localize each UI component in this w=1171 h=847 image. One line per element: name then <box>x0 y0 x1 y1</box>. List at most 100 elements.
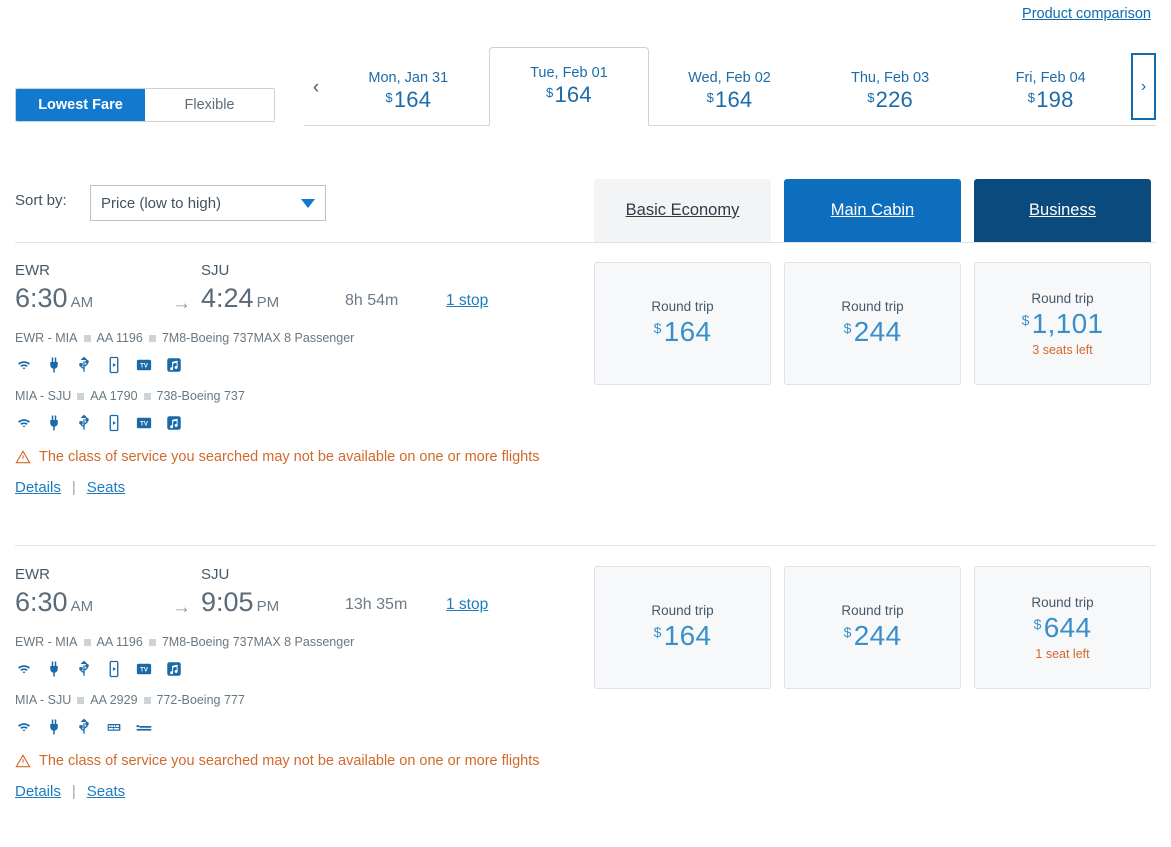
date-tab-mon-jan-31[interactable]: Mon, Jan 31 $164 <box>328 57 489 125</box>
trip-type-label: Round trip <box>841 603 903 618</box>
segment-aircraft: 7M8-Boeing 737MAX 8 Passenger <box>162 331 354 345</box>
arrival-ampm: PM <box>257 598 280 615</box>
tab-main-cabin[interactable]: Main Cabin <box>784 179 961 242</box>
cabin-tab-label: Business <box>1029 201 1096 220</box>
segment-amenities: TV <box>15 659 575 679</box>
departure-ampm: AM <box>71 598 94 615</box>
date-tab-label: Tue, Feb 01 <box>530 65 608 81</box>
seats-link[interactable]: Seats <box>87 479 125 496</box>
product-comparison-link[interactable]: Product comparison <box>1022 6 1151 22</box>
price-card-main-cabin[interactable]: Round trip $244 <box>784 566 961 689</box>
stops-link[interactable]: 1 stop <box>446 596 488 614</box>
flight-duration: 8h 54m <box>345 292 398 310</box>
date-tab-wed-feb-02[interactable]: Wed, Feb 02 $164 <box>649 57 810 125</box>
segment-flight-number: AA 1196 <box>97 635 143 649</box>
price-card-business[interactable]: Round trip $1,101 3 seats left <box>974 262 1151 385</box>
currency-symbol: $ <box>844 624 852 640</box>
trip-type-label: Round trip <box>1031 291 1093 306</box>
tab-basic-economy[interactable]: Basic Economy <box>594 179 771 242</box>
price-card-business[interactable]: Round trip $644 1 seat left <box>974 566 1151 689</box>
power-outlet-icon <box>45 356 63 374</box>
currency-symbol: $ <box>654 624 662 640</box>
segment-separator-icon <box>149 639 156 646</box>
date-tab-tue-feb-01[interactable]: Tue, Feb 01 $164 <box>489 47 650 126</box>
power-outlet-icon <box>45 414 63 432</box>
stops-link[interactable]: 1 stop <box>446 292 488 310</box>
segment-route: MIA - SJU <box>15 389 71 403</box>
arrival-time: 4:24PM <box>201 283 279 314</box>
currency-symbol: $ <box>844 320 852 336</box>
segment-aircraft: 738-Boeing 737 <box>157 389 245 403</box>
lie-flat-seat-icon <box>135 718 153 736</box>
flight-times: 6:30AM → 4:24PM 8h 54m 1 stop <box>15 283 575 323</box>
music-icon <box>165 414 183 432</box>
date-tab-price: $164 <box>385 87 431 113</box>
date-tab-price: $226 <box>867 87 913 113</box>
fare-option-flexible[interactable]: Flexible <box>145 89 274 121</box>
departure-time: 6:30AM <box>15 283 93 314</box>
device-streaming-icon <box>105 660 123 678</box>
music-icon <box>165 660 183 678</box>
svg-text:TV: TV <box>140 667 148 673</box>
date-selector-strip: ‹ Mon, Jan 31 $164 Tue, Feb 01 $164 Wed,… <box>304 50 1156 126</box>
details-link[interactable]: Details <box>15 479 61 496</box>
wifi-icon <box>15 660 33 678</box>
price-card-main-cabin[interactable]: Round trip $244 <box>784 262 961 385</box>
price-amount: $244 <box>844 620 902 652</box>
price-card-basic-economy[interactable]: Round trip $164 <box>594 566 771 689</box>
link-separator: | <box>72 783 76 800</box>
fare-price-cards: Round trip $164 Round trip $244 Round tr… <box>594 566 1151 689</box>
arrival-ampm: PM <box>257 294 280 311</box>
date-tab-label: Thu, Feb 03 <box>851 70 929 86</box>
cabin-tab-label: Main Cabin <box>831 201 914 220</box>
departure-time-value: 6:30 <box>15 587 68 617</box>
segment-route: EWR - MIA <box>15 635 78 649</box>
tv-icon: TV <box>135 414 153 432</box>
segment-amenities <box>15 717 575 737</box>
arrival-time-value: 4:24 <box>201 283 254 313</box>
details-link[interactable]: Details <box>15 783 61 800</box>
seats-link[interactable]: Seats <box>87 783 125 800</box>
price-value: 644 <box>1044 612 1092 643</box>
departure-time: 6:30AM <box>15 587 93 618</box>
date-tab-thu-feb-03[interactable]: Thu, Feb 03 $226 <box>810 57 971 125</box>
date-tab-fri-feb-04[interactable]: Fri, Feb 04 $198 <box>970 57 1131 125</box>
usb-port-icon <box>75 414 93 432</box>
date-tab-price: $198 <box>1028 87 1074 113</box>
segment-separator-icon <box>84 639 91 646</box>
segment-separator-icon <box>77 393 84 400</box>
tv-icon: TV <box>135 660 153 678</box>
currency-symbol: $ <box>707 90 714 105</box>
currency-symbol: $ <box>867 90 874 105</box>
tab-business[interactable]: Business <box>974 179 1151 242</box>
svg-text:TV: TV <box>140 421 148 427</box>
segment-separator-icon <box>84 335 91 342</box>
currency-symbol: $ <box>546 85 553 100</box>
usb-port-icon <box>75 356 93 374</box>
segment-aircraft: 7M8-Boeing 737MAX 8 Passenger <box>162 635 354 649</box>
fare-option-lowest-fare[interactable]: Lowest Fare <box>16 89 145 121</box>
departure-time-value: 6:30 <box>15 283 68 313</box>
tv-icon: TV <box>135 356 153 374</box>
flight-action-links: Details | Seats <box>15 479 575 496</box>
price-amount: $164 <box>654 620 712 652</box>
price-amount: $164 <box>654 316 712 348</box>
flight-times: 6:30AM → 9:05PM 13h 35m 1 stop <box>15 587 575 627</box>
price-card-basic-economy[interactable]: Round trip $164 <box>594 262 771 385</box>
sort-by-value: Price (low to high) <box>101 195 221 212</box>
segment-meta: MIA - SJU AA 1790 738-Boeing 737 <box>15 389 575 403</box>
segment-route: MIA - SJU <box>15 693 71 707</box>
arrival-time-value: 9:05 <box>201 587 254 617</box>
arrow-right-icon: → <box>172 597 191 619</box>
flight-row-divider <box>15 545 1156 546</box>
segment-flight-number: AA 1196 <box>97 331 143 345</box>
chevron-right-icon[interactable]: › <box>1131 53 1156 120</box>
price-value: 164 <box>664 316 712 347</box>
flight-duration: 13h 35m <box>345 596 407 614</box>
date-tab-label: Wed, Feb 02 <box>688 70 771 86</box>
chevron-left-icon[interactable]: ‹ <box>304 50 328 125</box>
sort-by-select[interactable]: Price (low to high) <box>90 185 326 221</box>
price-value: 244 <box>854 620 902 651</box>
date-tab-price: $164 <box>707 87 753 113</box>
svg-text:TV: TV <box>140 363 148 369</box>
